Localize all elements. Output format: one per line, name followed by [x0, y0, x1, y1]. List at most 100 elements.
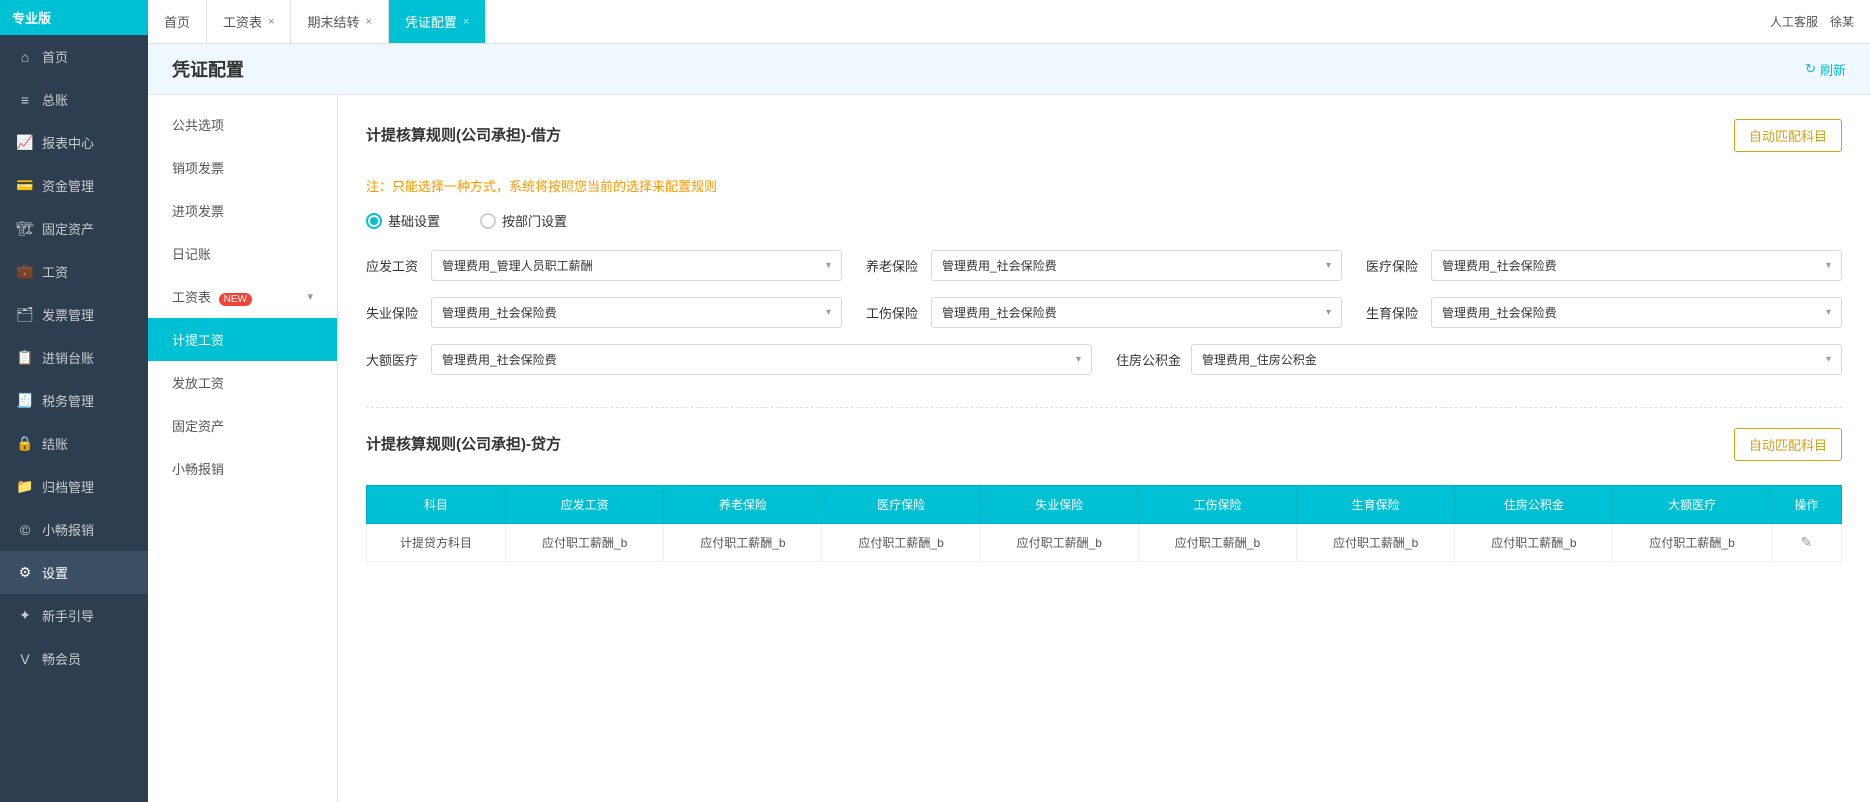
td-zhufang: 应付职工薪酬_b [1455, 524, 1613, 562]
payroll-icon: 💼 [16, 263, 34, 280]
topbar-right: 人工客服 徐某 [1770, 13, 1870, 30]
invoice-icon: 🗂 [16, 306, 34, 323]
page-title: 凭证配置 [172, 56, 244, 82]
th-subject: 科目 [367, 486, 506, 524]
sidebar-item-funds[interactable]: 💳 资金管理 [0, 164, 148, 207]
chevron-down-icon: ▾ [826, 260, 831, 271]
refresh-button[interactable]: ↻ 刷新 [1805, 60, 1846, 79]
select-yanglao[interactable]: 管理费用_社会保险费 ▾ [931, 250, 1342, 281]
tab-voucher-config-close[interactable]: × [463, 16, 469, 28]
form-item-shiye: 失业保险 管理费用_社会保险费 ▾ [366, 297, 842, 328]
sidebar-header: 专业版 [0, 0, 148, 35]
credit-auto-match-button[interactable]: 自动匹配科目 [1734, 428, 1842, 461]
tab-payroll[interactable]: 工资表 × [207, 0, 291, 43]
tab-voucher-config[interactable]: 凭证配置 × [389, 0, 486, 43]
left-menu-item-calc-payroll[interactable]: 计提工资 [148, 318, 337, 361]
td-shengyu: 应付职工薪酬_b [1297, 524, 1455, 562]
sidebar-item-sales-ledger[interactable]: 📋 进销台账 [0, 336, 148, 379]
debit-section: 计提核算规则(公司承担)-借方 自动匹配科目 注：只能选择一种方式，系统将按照您… [366, 119, 1842, 375]
radio-dept-circle [480, 213, 496, 229]
sidebar-item-invoice[interactable]: 🗂 发票管理 [0, 293, 148, 336]
td-yiliao: 应付职工薪酬_b [822, 524, 980, 562]
ledger-icon: ≡ [16, 92, 34, 108]
radio-dept-setup[interactable]: 按部门设置 [480, 211, 567, 230]
select-daeyliao[interactable]: 管理费用_社会保险费 ▾ [431, 344, 1092, 375]
debit-form-row-2: 大额医疗 管理费用_社会保险费 ▾ 住房公积金 管理费用_住房公积金 ▾ [366, 344, 1842, 375]
left-menu-item-public[interactable]: 公共选项 [148, 103, 337, 146]
left-menu-item-journal[interactable]: 日记账 [148, 232, 337, 275]
td-shiye: 应付职工薪酬_b [980, 524, 1138, 562]
tab-home[interactable]: 首页 [148, 0, 207, 43]
chevron-down-icon: ▾ [307, 290, 313, 303]
td-yingfa: 应付职工薪酬_b [506, 524, 664, 562]
chevron-down-icon: ▾ [1076, 354, 1081, 365]
form-item-yiliao: 医疗保险 管理费用_社会保险费 ▾ [1366, 250, 1842, 281]
new-badge: NEW [219, 293, 252, 306]
label-yiliao: 医疗保险 [1366, 256, 1421, 275]
debit-section-header: 计提核算规则(公司承担)-借方 自动匹配科目 [366, 119, 1842, 162]
left-menu-item-xiaochang[interactable]: 小畅报销 [148, 447, 337, 490]
radio-row: 基础设置 按部门设置 [366, 211, 1842, 230]
select-shengyu[interactable]: 管理费用_社会保险费 ▾ [1431, 297, 1842, 328]
th-yanglao: 养老保险 [664, 486, 822, 524]
left-menu: 公共选项 销项发票 进项发票 日记账 工资表 NEW ▾ 计提工资 [148, 95, 338, 802]
tab-period-close-close[interactable]: × [365, 16, 371, 28]
label-yingfa: 应发工资 [366, 256, 421, 275]
sidebar-item-closing[interactable]: 🔒 结账 [0, 422, 148, 465]
chevron-down-icon: ▾ [1326, 260, 1331, 271]
credit-section-header: 计提核算规则(公司承担)-贷方 自动匹配科目 [366, 428, 1842, 471]
form-item-daeyliao: 大额医疗 管理费用_社会保险费 ▾ [366, 344, 1092, 375]
tab-period-close[interactable]: 期末结转 × [291, 0, 388, 43]
radio-basic-setup[interactable]: 基础设置 [366, 211, 440, 230]
chevron-down-icon: ▾ [1826, 307, 1831, 318]
credit-section-title: 计提核算规则(公司承担)-贷方 [366, 433, 561, 454]
sidebar-item-guide[interactable]: ✦ 新手引导 [0, 594, 148, 637]
debit-form-grid: 应发工资 管理费用_管理人员职工薪酬 ▾ 养老保险 管理费用_社会保险费 ▾ [366, 250, 1842, 328]
sidebar-item-ledger[interactable]: ≡ 总账 [0, 78, 148, 121]
sidebar-item-fixed-assets[interactable]: 🏗 固定资产 [0, 207, 148, 250]
select-gongshang[interactable]: 管理费用_社会保险费 ▾ [931, 297, 1342, 328]
debit-auto-match-button[interactable]: 自动匹配科目 [1734, 119, 1842, 152]
left-menu-item-issue-payroll[interactable]: 发放工资 [148, 361, 337, 404]
sidebar-item-xiaochang-expense[interactable]: © 小畅报销 [0, 508, 148, 551]
guide-icon: ✦ [16, 607, 34, 624]
settings-icon: ⚙ [16, 564, 34, 581]
form-item-shengyu: 生育保险 管理费用_社会保险费 ▾ [1366, 297, 1842, 328]
td-subject: 计提贷方科目 [367, 524, 506, 562]
th-yiliao: 医疗保险 [822, 486, 980, 524]
form-item-yanglao: 养老保险 管理费用_社会保险费 ▾ [866, 250, 1342, 281]
th-action: 操作 [1771, 486, 1841, 524]
sidebar-item-reports[interactable]: 📈 报表中心 [0, 121, 148, 164]
label-shiye: 失业保险 [366, 303, 421, 322]
td-action[interactable]: ✎ [1771, 524, 1841, 562]
select-yingfa[interactable]: 管理费用_管理人员职工薪酬 ▾ [431, 250, 842, 281]
th-zhufang: 住房公积金 [1455, 486, 1613, 524]
sidebar-item-tax[interactable]: 🧾 税务管理 [0, 379, 148, 422]
edit-icon[interactable]: ✎ [1800, 534, 1812, 550]
sidebar-item-payroll[interactable]: 💼 工资 [0, 250, 148, 293]
credit-section: 计提核算规则(公司承担)-贷方 自动匹配科目 科目 应发工资 养老保险 医疗保险… [366, 428, 1842, 562]
sidebar-item-archive[interactable]: 📁 归档管理 [0, 465, 148, 508]
select-zhufang[interactable]: 管理费用_住房公积金 ▾ [1191, 344, 1842, 375]
sidebar-item-settings[interactable]: ⚙ 设置 [0, 551, 148, 594]
home-icon: ⌂ [16, 49, 34, 65]
user-service: 人工客服 [1770, 13, 1818, 30]
left-menu-item-purchase-invoice[interactable]: 进项发票 [148, 189, 337, 232]
sidebar-item-home[interactable]: ⌂ 首页 [0, 35, 148, 78]
table-header-row: 科目 应发工资 养老保险 医疗保险 失业保险 工伤保险 生育保险 住房公积金 大… [367, 486, 1842, 524]
archive-icon: 📁 [16, 478, 34, 495]
sidebar-item-vip[interactable]: V 畅会员 [0, 637, 148, 680]
sidebar: 专业版 ⌂ 首页 ≡ 总账 📈 报表中心 💳 资金管理 🏗 固定资产 💼 工资 … [0, 0, 148, 802]
left-menu-item-sales-invoice[interactable]: 销项发票 [148, 146, 337, 189]
left-menu-item-fixed-assets-menu[interactable]: 固定资产 [148, 404, 337, 447]
form-item-zhufang: 住房公积金 管理费用_住房公积金 ▾ [1116, 344, 1842, 375]
refresh-icon: ↻ [1805, 61, 1816, 77]
tab-payroll-close[interactable]: × [268, 16, 274, 28]
debit-note: 注：只能选择一种方式，系统将按照您当前的选择来配置规则 [366, 176, 1842, 195]
label-shengyu: 生育保险 [1366, 303, 1421, 322]
vip-icon: V [16, 651, 34, 667]
expense-icon: © [16, 522, 34, 538]
select-shiye[interactable]: 管理费用_社会保险费 ▾ [431, 297, 842, 328]
select-yiliao[interactable]: 管理费用_社会保险费 ▾ [1431, 250, 1842, 281]
left-menu-item-payroll-table[interactable]: 工资表 NEW ▾ [148, 275, 337, 318]
